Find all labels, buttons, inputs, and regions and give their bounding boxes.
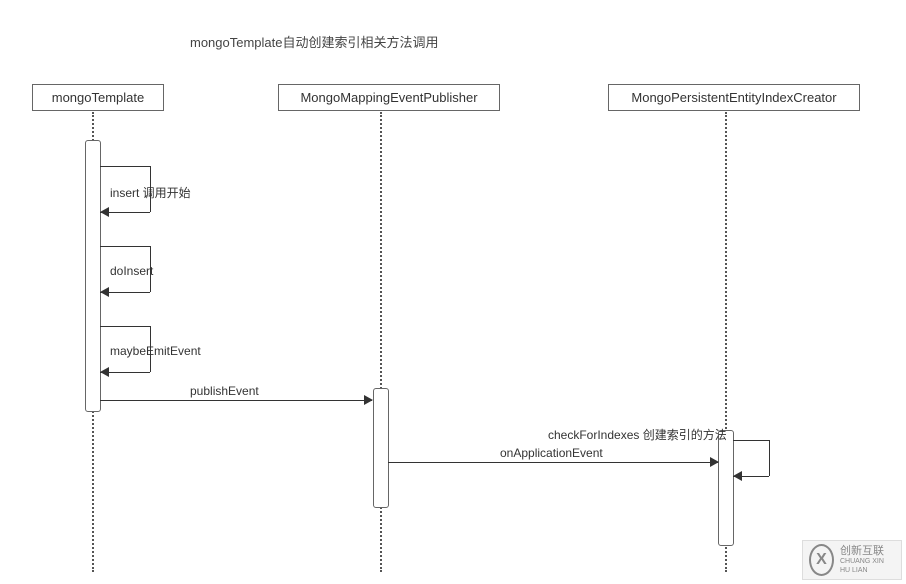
watermark-logo-icon [809,544,834,576]
self-msg-2-arrow [100,287,109,297]
watermark-brand: 创新互联 [840,545,895,558]
watermark-text: 创新互联 CHUANG XIN HU LIAN [840,545,895,575]
arrow-publishEvent [100,400,372,401]
activation-p2 [373,388,389,508]
self-msg-3-top [100,326,150,327]
watermark: 创新互联 CHUANG XIN HU LIAN [802,540,902,580]
self-msg-6-side [769,440,770,476]
msg-maybeEmitEvent: maybeEmitEvent [110,344,201,358]
self-msg-2-top [100,246,150,247]
arrow-onApplicationEvent-head [710,457,719,467]
activation-p3 [718,430,734,546]
msg-insert: insert 调用开始 [110,184,191,201]
participant-mongoPersistentEntityIndexCreator: MongoPersistentEntityIndexCreator [608,84,860,111]
msg-publishEvent: publishEvent [190,384,259,398]
watermark-sub: CHUANG XIN HU LIAN [840,558,895,575]
self-msg-1-top [100,166,150,167]
diagram-title: mongoTemplate自动创建索引相关方法调用 [190,32,439,51]
msg-onApplicationEvent: onApplicationEvent [500,446,603,460]
self-msg-6-arrow [733,471,742,481]
msg-checkForIndexes: checkForIndexes 创建索引的方法 [548,426,727,443]
self-msg-6-top [733,440,769,441]
self-msg-1-arrow [100,207,109,217]
msg-doInsert: doInsert [110,264,153,278]
arrow-onApplicationEvent [388,462,718,463]
activation-p1 [85,140,101,412]
self-msg-3-arrow [100,367,109,377]
sequence-diagram: mongoTemplate自动创建索引相关方法调用 mongoTemplate … [0,0,906,584]
participant-mongoMappingEventPublisher: MongoMappingEventPublisher [278,84,500,111]
participant-mongoTemplate: mongoTemplate [32,84,164,111]
arrow-publishEvent-head [364,395,373,405]
